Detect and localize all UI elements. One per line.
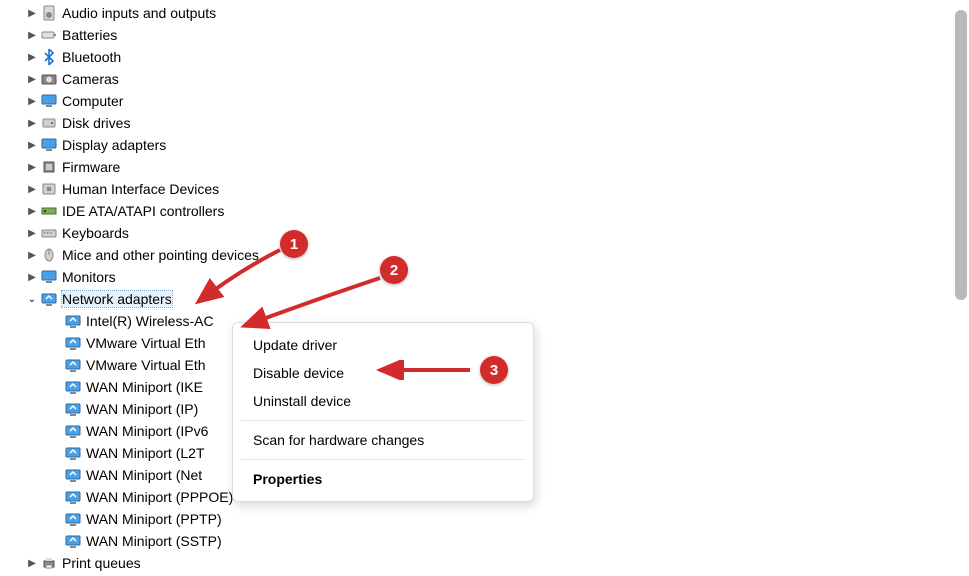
tree-item[interactable]: ▶ Batteries [24, 24, 969, 46]
tree-item-label: Batteries [62, 27, 117, 43]
tree-item[interactable]: WAN Miniport (PPTP) [48, 508, 969, 530]
chevron-right-icon[interactable]: ▶ [24, 203, 40, 219]
menu-separator [241, 459, 525, 460]
mouse-icon [40, 246, 58, 264]
tree-item-label: VMware Virtual Eth [86, 335, 206, 351]
tree-item-label: WAN Miniport (PPPOE) [86, 489, 233, 505]
annotation-badge-3: 3 [480, 356, 508, 384]
chevron-right-icon[interactable]: ▶ [24, 71, 40, 87]
tree-item-label: Audio inputs and outputs [62, 5, 216, 21]
chevron-right-icon[interactable]: ▶ [24, 49, 40, 65]
tree-item-network-adapters[interactable]: ⌄ Network adapters [24, 288, 969, 310]
network-icon [64, 312, 82, 330]
chevron-right-icon[interactable]: ▶ [24, 555, 40, 571]
tree-item[interactable]: ▶ Human Interface Devices [24, 178, 969, 200]
tree-item[interactable]: ▶Mice and other pointing devices [24, 244, 969, 266]
network-icon [64, 378, 82, 396]
chevron-right-icon[interactable]: ▶ [24, 225, 40, 241]
menu-properties[interactable]: Properties [233, 465, 533, 493]
tree-item-label: WAN Miniport (SSTP) [86, 533, 222, 549]
tree-item-label: Bluetooth [62, 49, 121, 65]
network-icon [64, 466, 82, 484]
tree-item[interactable]: ▶ Print queues [24, 552, 969, 574]
tree-item-label: WAN Miniport (IKE [86, 379, 203, 395]
chevron-right-icon[interactable]: ▶ [24, 137, 40, 153]
monitor-icon [40, 92, 58, 110]
network-icon [64, 532, 82, 550]
chevron-right-icon[interactable]: ▶ [24, 181, 40, 197]
tree-item-label: WAN Miniport (IPv6 [86, 423, 208, 439]
tree-item-label: Print queues [62, 555, 141, 571]
tree-item-label: WAN Miniport (Net [86, 467, 202, 483]
tree-item[interactable]: ▶ Computer [24, 90, 969, 112]
tree-item-label: WAN Miniport (PPTP) [86, 511, 222, 527]
disk-icon [40, 114, 58, 132]
tree-item[interactable]: WAN Miniport (SSTP) [48, 530, 969, 552]
tree-item[interactable]: ▶ Disk drives [24, 112, 969, 134]
tree-item[interactable]: ▶ IDE ATA/ATAPI controllers [24, 200, 969, 222]
context-menu: Update driver Disable device Uninstall d… [232, 322, 534, 502]
tree-item[interactable]: ▶ Display adapters [24, 134, 969, 156]
chevron-right-icon[interactable]: ▶ [24, 247, 40, 263]
network-icon [40, 290, 58, 308]
tree-item[interactable]: ▶ Monitors [24, 266, 969, 288]
network-icon [64, 356, 82, 374]
bluetooth-icon [40, 48, 58, 66]
chevron-right-icon[interactable]: ▶ [24, 93, 40, 109]
menu-separator [241, 420, 525, 421]
chevron-right-icon[interactable]: ▶ [24, 5, 40, 21]
tree-item-label: Display adapters [62, 137, 166, 153]
network-icon [64, 488, 82, 506]
chevron-right-icon[interactable]: ▶ [24, 159, 40, 175]
tree-item-label: Firmware [62, 159, 120, 175]
tree-item-label: Computer [62, 93, 123, 109]
network-icon [64, 422, 82, 440]
tree-item-label: WAN Miniport (L2T [86, 445, 205, 461]
annotation-arrow-2 [230, 268, 400, 338]
annotation-arrow-3 [370, 360, 490, 380]
chevron-down-icon[interactable]: ⌄ [24, 291, 40, 307]
menu-scan-hardware[interactable]: Scan for hardware changes [233, 426, 533, 454]
tree-item-label: WAN Miniport (IP) [86, 401, 198, 417]
tree-item-label: Monitors [62, 269, 116, 285]
annotation-badge-1: 1 [280, 230, 308, 258]
tree-item-label: IDE ATA/ATAPI controllers [62, 203, 224, 219]
menu-uninstall-device[interactable]: Uninstall device [233, 387, 533, 415]
ide-icon [40, 202, 58, 220]
tree-item-label: Keyboards [62, 225, 129, 241]
tree-item-label: Human Interface Devices [62, 181, 219, 197]
battery-icon [40, 26, 58, 44]
tree-item-label: Disk drives [62, 115, 130, 131]
tree-item-label: Network adapters [62, 291, 172, 307]
annotation-badge-2: 2 [380, 256, 408, 284]
network-icon [64, 400, 82, 418]
network-icon [64, 444, 82, 462]
camera-icon [40, 70, 58, 88]
chip-icon [40, 158, 58, 176]
keyboard-icon [40, 224, 58, 242]
network-icon [64, 334, 82, 352]
tree-item[interactable]: ▶ Cameras [24, 68, 969, 90]
tree-item[interactable]: ▶ Bluetooth [24, 46, 969, 68]
tree-item[interactable]: ▶ Firmware [24, 156, 969, 178]
printer-icon [40, 554, 58, 572]
network-icon [64, 510, 82, 528]
speaker-icon [40, 4, 58, 22]
tree-item-label: VMware Virtual Eth [86, 357, 206, 373]
tree-item[interactable]: ▶ Keyboards [24, 222, 969, 244]
tree-item[interactable]: ▶ Audio inputs and outputs [24, 2, 969, 24]
chevron-right-icon[interactable]: ▶ [24, 27, 40, 43]
hid-icon [40, 180, 58, 198]
chevron-right-icon[interactable]: ▶ [24, 115, 40, 131]
monitor-icon [40, 136, 58, 154]
monitor-icon [40, 268, 58, 286]
tree-item-label: Cameras [62, 71, 119, 87]
scrollbar-thumb[interactable] [955, 10, 967, 300]
chevron-right-icon[interactable]: ▶ [24, 269, 40, 285]
